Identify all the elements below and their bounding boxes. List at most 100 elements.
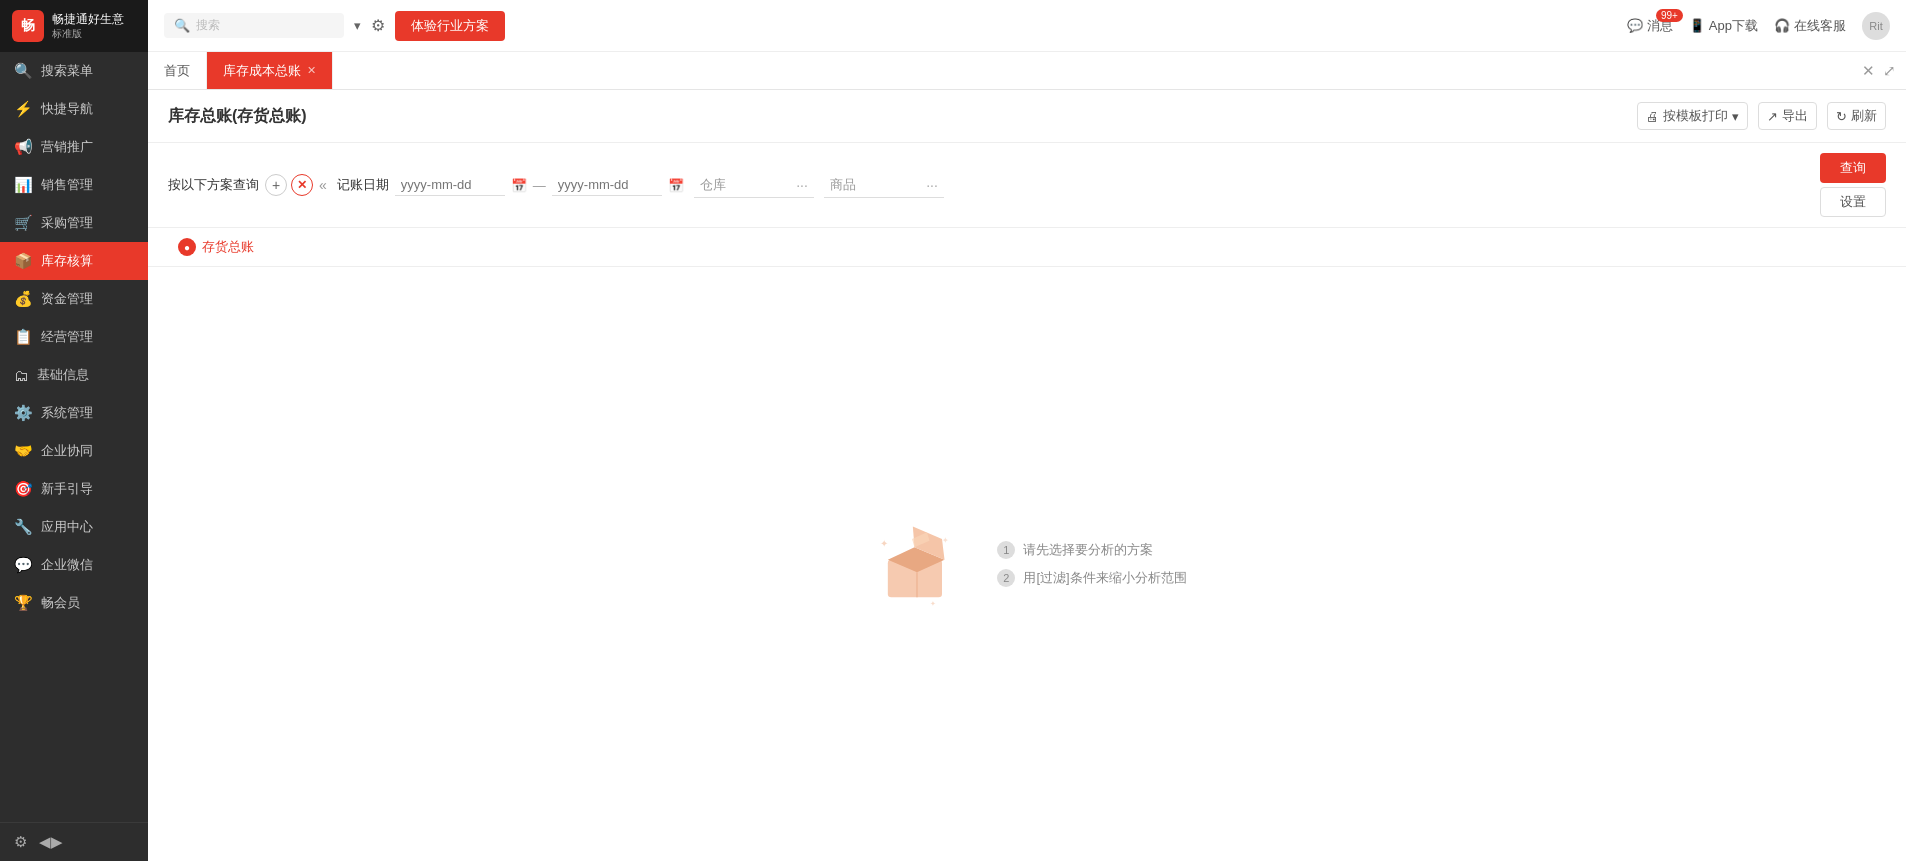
date-separator: — <box>533 178 546 193</box>
filter-label: 按以下方案查询 <box>168 176 259 194</box>
export-label: 导出 <box>1782 107 1808 125</box>
app-name: 畅捷通好生意 <box>52 11 124 28</box>
sales-icon: 📊 <box>14 176 33 194</box>
panel-close-btn[interactable]: ✕ <box>1862 62 1875 80</box>
date-start-input[interactable] <box>395 174 505 196</box>
topbar: 🔍 搜索 ▾ ⚙ 体验行业方案 💬 消息 99+ 📱 App下载 🎧 <box>148 0 1906 52</box>
scheme-item-label: 存货总账 <box>202 238 254 256</box>
calendar-start-icon[interactable]: 📅 <box>511 178 527 193</box>
tabs-bar: 首页 库存成本总账 ✕ ✕ ⤢ <box>148 52 1906 90</box>
search-placeholder: 搜索 <box>196 17 220 34</box>
filter-collapse-icon[interactable]: « <box>319 177 327 193</box>
refresh-label: 刷新 <box>1851 107 1877 125</box>
product-filter[interactable]: 商品 ··· <box>824 173 944 198</box>
scheme-item-inventory[interactable]: ● 存货总账 <box>168 234 264 260</box>
filter-add-btn[interactable]: + <box>265 174 287 196</box>
gear-icon[interactable]: ⚙ <box>371 16 385 35</box>
tab-inventory-ledger[interactable]: 库存成本总账 ✕ <box>207 52 333 89</box>
tab-home[interactable]: 首页 <box>148 52 207 89</box>
business-icon: 📋 <box>14 328 33 346</box>
appcenter-icon: 🔧 <box>14 518 33 536</box>
warehouse-filter[interactable]: 仓库 ··· <box>694 173 814 198</box>
user-avatar[interactable]: Rit <box>1862 12 1890 40</box>
panel-resize-btn[interactable]: ⤢ <box>1883 62 1896 80</box>
warehouse-label: 仓库 <box>700 176 792 194</box>
filter-settings-btn[interactable]: 设置 <box>1820 187 1886 217</box>
filter-clear-btn[interactable]: ✕ <box>291 174 313 196</box>
sidebar-item-appcenter[interactable]: 🔧 应用中心 <box>0 508 148 546</box>
online-service-btn[interactable]: 🎧 在线客服 <box>1774 17 1846 35</box>
export-icon: ↗ <box>1767 109 1778 124</box>
date-end-input[interactable] <box>552 174 662 196</box>
empty-state: ✦ ✦ ✦ 1 请先选择要分析的方案 2 用[过滤]条件来缩小分析范围 <box>148 267 1906 861</box>
print-template-label: 按模板打印 <box>1663 107 1728 125</box>
main-content: 🔍 搜索 ▾ ⚙ 体验行业方案 💬 消息 99+ 📱 App下载 🎧 <box>148 0 1906 861</box>
logo-icon: 畅 <box>12 10 44 42</box>
chevron-down-icon: ▾ <box>1732 109 1739 124</box>
app-version: 标准版 <box>52 27 124 41</box>
sidebar-item-quicknav[interactable]: ⚡ 快捷导航 <box>0 90 148 128</box>
trial-industry-btn[interactable]: 体验行业方案 <box>395 11 505 41</box>
page-content: 库存总账(存货总账) 🖨 按模板打印 ▾ ↗ 导出 ↻ 刷新 <box>148 90 1906 861</box>
sidebar-item-newguide[interactable]: 🎯 新手引导 <box>0 470 148 508</box>
tip-number-2: 2 <box>997 569 1015 587</box>
page-title: 库存总账(存货总账) <box>168 106 307 127</box>
topbar-right: 💬 消息 99+ 📱 App下载 🎧 在线客服 Rit <box>1627 12 1890 40</box>
filter-actions: + ✕ <box>265 174 313 196</box>
sidebar-item-label: 基础信息 <box>37 366 89 384</box>
settings-footer-btn[interactable]: ⚙ <box>14 833 27 851</box>
sidebar-item-label: 采购管理 <box>41 214 93 232</box>
header-actions: 🖨 按模板打印 ▾ ↗ 导出 ↻ 刷新 <box>1637 102 1886 130</box>
sidebar-item-system[interactable]: ⚙️ 系统管理 <box>0 394 148 432</box>
collapse-sidebar-btn[interactable]: ◀▶ <box>39 833 63 851</box>
tab-close-icon[interactable]: ✕ <box>307 64 316 77</box>
tab-home-label: 首页 <box>164 62 190 80</box>
refresh-btn[interactable]: ↻ 刷新 <box>1827 102 1886 130</box>
sidebar-item-marketing[interactable]: 📢 营销推广 <box>0 128 148 166</box>
tip-number-1: 1 <box>997 541 1015 559</box>
sidebar-item-cooperation[interactable]: 🤝 企业协同 <box>0 432 148 470</box>
search-bar[interactable]: 🔍 搜索 <box>164 13 344 38</box>
warehouse-more-icon[interactable]: ··· <box>796 177 808 193</box>
sidebar-item-label: 应用中心 <box>41 518 93 536</box>
sidebar-item-finance[interactable]: 💰 资金管理 <box>0 280 148 318</box>
purchase-icon: 🛒 <box>14 214 33 232</box>
sidebar-item-search[interactable]: 🔍 搜索菜单 <box>0 52 148 90</box>
sidebar-item-label: 系统管理 <box>41 404 93 422</box>
product-more-icon[interactable]: ··· <box>926 177 938 193</box>
system-icon: ⚙️ <box>14 404 33 422</box>
sidebar-item-inventory[interactable]: 📦 库存核算 <box>0 242 148 280</box>
tabs-right-controls: ✕ ⤢ <box>1852 62 1906 80</box>
export-btn[interactable]: ↗ 导出 <box>1758 102 1817 130</box>
sidebar-item-purchase[interactable]: 🛒 采购管理 <box>0 204 148 242</box>
sidebar-item-member[interactable]: 🏆 畅会员 <box>0 584 148 622</box>
print-icon: 🖨 <box>1646 109 1659 124</box>
sidebar-item-business[interactable]: 📋 经营管理 <box>0 318 148 356</box>
headset-icon: 🎧 <box>1774 18 1790 33</box>
phone-icon: 📱 <box>1689 18 1705 33</box>
empty-tip-2: 2 用[过滤]条件来缩小分析范围 <box>997 569 1186 587</box>
tip-text-2: 用[过滤]条件来缩小分析范围 <box>1023 569 1186 587</box>
sidebar-item-label: 企业协同 <box>41 442 93 460</box>
member-icon: 🏆 <box>14 594 33 612</box>
sidebar-item-wechat[interactable]: 💬 企业微信 <box>0 546 148 584</box>
sidebar-item-label: 搜索菜单 <box>41 62 93 80</box>
app-download-label: App下载 <box>1709 17 1758 35</box>
sidebar-item-sales[interactable]: 📊 销售管理 <box>0 166 148 204</box>
query-btn[interactable]: 查询 <box>1820 153 1886 183</box>
calendar-end-icon[interactable]: 📅 <box>668 178 684 193</box>
sidebar-item-basic[interactable]: 🗂 基础信息 <box>0 356 148 394</box>
empty-tips: 1 请先选择要分析的方案 2 用[过滤]条件来缩小分析范围 <box>997 541 1186 587</box>
sidebar-item-label: 库存核算 <box>41 252 93 270</box>
dropdown-icon[interactable]: ▾ <box>354 18 361 33</box>
sidebar: 畅 畅捷通好生意 标准版 🔍 搜索菜单 ⚡ 快捷导航 📢 营销推广 📊 销售管理… <box>0 0 148 861</box>
app-download-btn[interactable]: 📱 App下载 <box>1689 17 1758 35</box>
quicknav-icon: ⚡ <box>14 100 33 118</box>
print-template-btn[interactable]: 🖨 按模板打印 ▾ <box>1637 102 1748 130</box>
message-btn[interactable]: 💬 消息 99+ <box>1627 17 1673 35</box>
app-logo: 畅 畅捷通好生意 标准版 <box>0 0 148 52</box>
cooperation-icon: 🤝 <box>14 442 33 460</box>
sidebar-item-label: 资金管理 <box>41 290 93 308</box>
basic-icon: 🗂 <box>14 367 29 384</box>
content-header: 库存总账(存货总账) 🖨 按模板打印 ▾ ↗ 导出 ↻ 刷新 <box>148 90 1906 143</box>
